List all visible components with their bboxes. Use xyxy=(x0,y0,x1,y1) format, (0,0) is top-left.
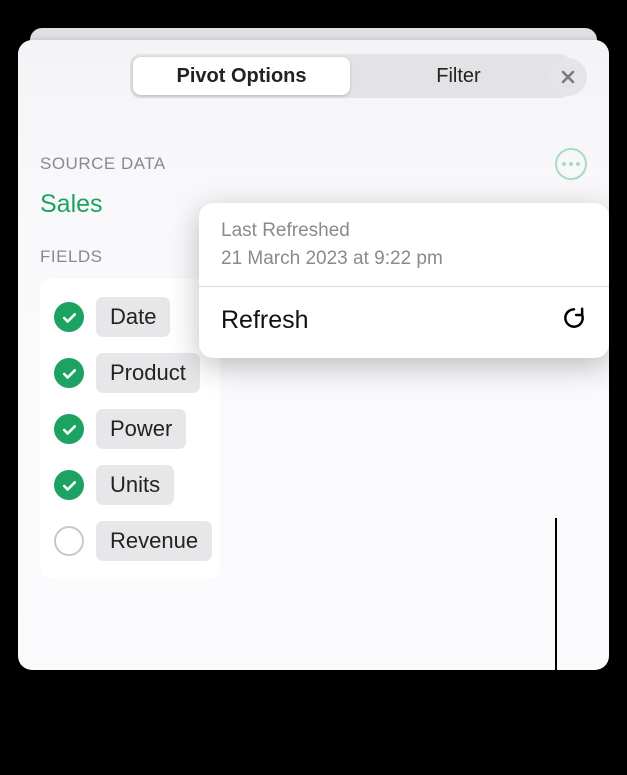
field-checkbox-units[interactable] xyxy=(54,470,84,500)
field-pill-date[interactable]: Date xyxy=(96,297,170,337)
check-icon xyxy=(61,421,78,438)
field-pill-units[interactable]: Units xyxy=(96,465,174,505)
field-pill-power[interactable]: Power xyxy=(96,409,186,449)
tab-row: Pivot Options Filter xyxy=(18,54,609,98)
tab-filter[interactable]: Filter xyxy=(350,57,567,95)
field-checkbox-power[interactable] xyxy=(54,414,84,444)
source-data-header: SOURCE DATA xyxy=(40,148,587,180)
field-checkbox-date[interactable] xyxy=(54,302,84,332)
close-button[interactable] xyxy=(549,58,587,96)
callout-line xyxy=(555,518,557,696)
source-data-more-button[interactable] xyxy=(555,148,587,180)
field-row: Power xyxy=(54,401,206,457)
fields-card: Date Product Power Units xyxy=(40,279,220,579)
field-row: Revenue xyxy=(54,513,206,569)
last-refreshed-label: Last Refreshed xyxy=(221,217,587,245)
refresh-button[interactable]: Refresh xyxy=(199,287,609,358)
tab-pivot-options[interactable]: Pivot Options xyxy=(133,57,350,95)
check-icon xyxy=(61,365,78,382)
last-refreshed-timestamp: 21 March 2023 at 9:22 pm xyxy=(221,245,587,273)
refresh-label: Refresh xyxy=(221,306,309,335)
refresh-popover-header: Last Refreshed 21 March 2023 at 9:22 pm xyxy=(199,203,609,286)
callout-text: Tap to refresh the pivot table data. xyxy=(260,700,600,760)
field-row: Units xyxy=(54,457,206,513)
field-row: Product xyxy=(54,345,206,401)
source-data-title: SOURCE DATA xyxy=(40,154,166,174)
check-icon xyxy=(61,309,78,326)
refresh-icon xyxy=(561,305,587,336)
ellipsis-icon xyxy=(562,162,580,166)
field-checkbox-product[interactable] xyxy=(54,358,84,388)
check-icon xyxy=(61,477,78,494)
refresh-popover: Last Refreshed 21 March 2023 at 9:22 pm … xyxy=(199,203,609,358)
field-row: Date xyxy=(54,289,206,345)
field-pill-product[interactable]: Product xyxy=(96,353,200,393)
close-icon xyxy=(560,69,576,85)
field-pill-revenue[interactable]: Revenue xyxy=(96,521,212,561)
field-checkbox-revenue[interactable] xyxy=(54,526,84,556)
tab-segmented-control: Pivot Options Filter xyxy=(130,54,570,98)
